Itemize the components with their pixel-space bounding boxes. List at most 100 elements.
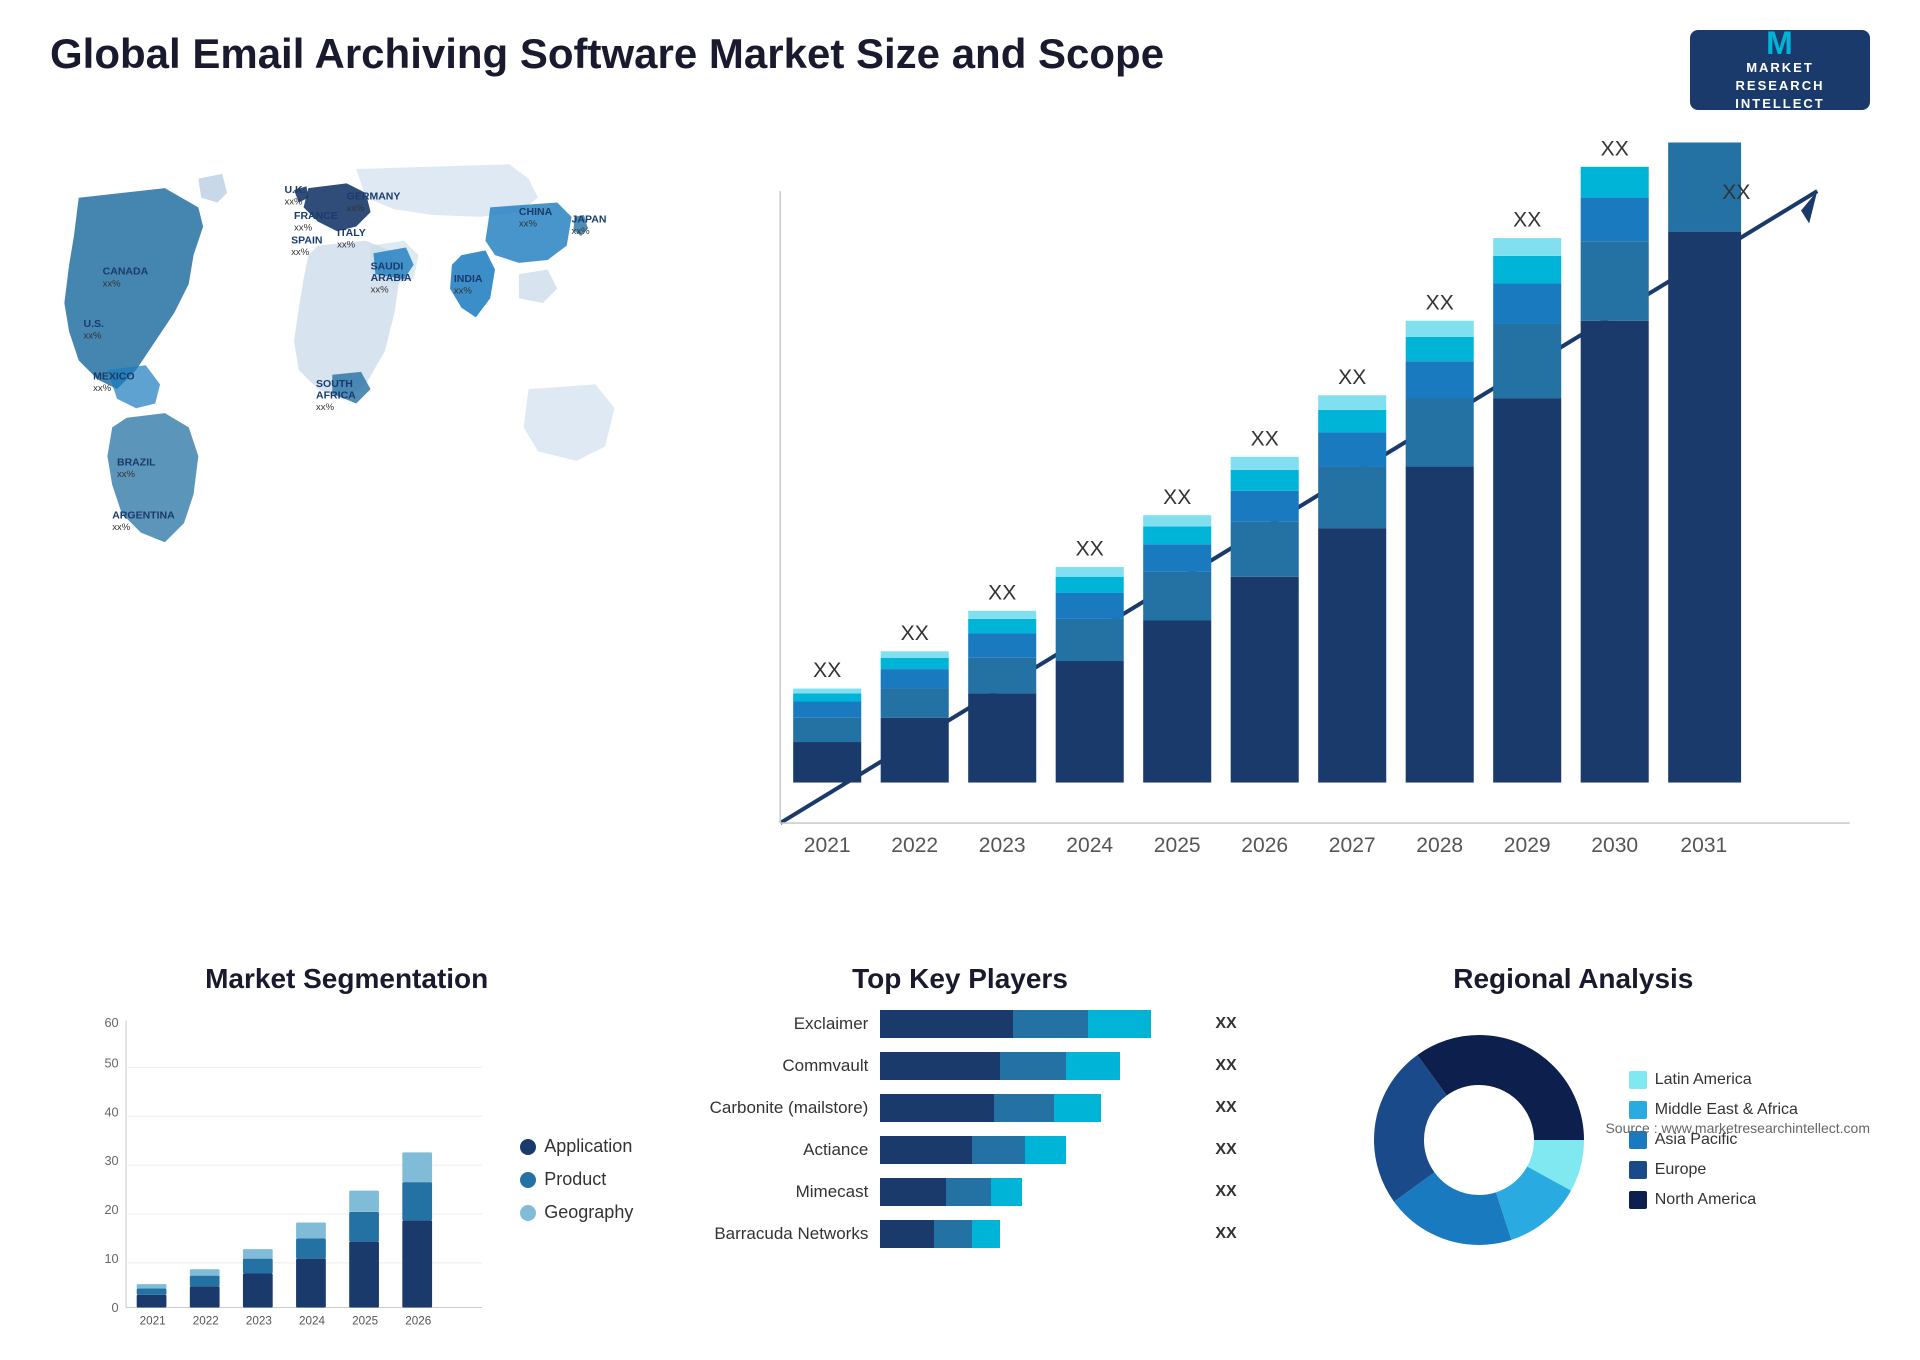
bar-seg3-commvault [1066,1052,1120,1080]
year-2026: 2026 [1242,834,1289,857]
player-name-carbonite: Carbonite (mailstore) [683,1098,868,1118]
seg-chart-svg: 0 10 20 30 40 50 60 2021 2022 2 [50,1010,510,1350]
regional-section: Regional Analysis [1277,953,1870,1360]
bar-2024-s5 [1056,567,1124,577]
bar-2021-s3 [794,702,862,718]
player-value-carbonite: XX [1215,1099,1236,1117]
bar-seg2-actiance [972,1136,1026,1164]
bar-2021-s1 [794,742,862,783]
bar-2027-s4 [1319,410,1387,433]
svg-text:40: 40 [104,1104,118,1119]
player-row-barracuda: Barracuda Networks XX [683,1220,1236,1248]
bar-seg1-exclaimer [880,1010,1012,1038]
year-2025: 2025 [1154,834,1201,857]
year-2021: 2021 [804,834,851,857]
bar-2028-s4 [1406,337,1474,361]
bar-2027-s3 [1319,433,1387,467]
donut-color-europe [1629,1161,1647,1179]
saudi-label: SAUDI [371,261,404,273]
source-line: Source : www.marketresearchintellect.com [1605,1120,1870,1136]
bar-2025-s4 [1144,527,1212,545]
player-name-actiance: Actiance [683,1140,868,1160]
bar-2028-s3 [1406,361,1474,398]
bar-2022-label: XX [901,622,929,645]
player-value-actiance: XX [1215,1141,1236,1159]
spain-label: SPAIN [291,235,322,247]
header: Global Email Archiving Software Market S… [50,30,1870,110]
india-label: INDIA [454,273,483,285]
donut-label-na: North America [1655,1191,1756,1209]
bar-2025-s5 [1144,515,1212,526]
bar-2026-s4 [1231,470,1299,491]
bar-2023-s3 [969,633,1037,657]
southafrica-value: xx% [316,402,335,413]
bar-seg3-mimecast [991,1178,1022,1206]
bar-2030-label: XX [1601,140,1629,160]
spain-value: xx% [291,247,310,258]
legend-product-dot [520,1172,536,1188]
svg-text:10: 10 [104,1251,118,1266]
bar-seg2-mimecast [946,1178,990,1206]
bar-2021-s2 [794,718,862,742]
bar-seg1-carbonite [880,1094,993,1122]
donut-svg [1349,1010,1609,1270]
logo-line3: INTELLECT [1735,95,1825,113]
player-name-exclaimer: Exclaimer [683,1014,868,1034]
bar-2026-s1 [1231,577,1299,783]
page-title: Global Email Archiving Software Market S… [50,30,1164,78]
segmentation-section: Market Segmentation 0 10 20 30 40 50 60 [50,953,643,1360]
year-2031: 2031 [1681,834,1728,857]
player-bar-actiance [880,1136,1195,1164]
player-row-actiance: Actiance XX [683,1136,1236,1164]
bar-2026-s5 [1231,457,1299,470]
bar-2030-s4 [1581,167,1649,198]
bar-chart-svg: XX XX XX XX [683,140,1850,923]
bar-2022-s5 [881,651,949,657]
year-2027: 2027 [1329,834,1376,857]
bar-2025-label: XX [1163,486,1191,509]
bar-seg2-barracuda [934,1220,972,1248]
player-value-mimecast: XX [1215,1183,1236,1201]
bar-2029-s2 [1494,324,1562,399]
bar-seg1-actiance [880,1136,971,1164]
logo-m-letter: M [1766,27,1794,59]
bar-2030-s2 [1581,241,1649,320]
southafrica-label: SOUTH [316,378,353,390]
bar-2028-s1 [1406,467,1474,783]
svg-text:50: 50 [104,1055,118,1070]
bar-2023-s4 [969,619,1037,634]
players-section: Top Key Players Exclaimer XX Commvault [663,953,1256,1360]
player-name-barracuda: Barracuda Networks [683,1224,868,1244]
brazil-label: BRAZIL [117,457,156,469]
brazil-value: xx% [117,469,136,480]
svg-text:2025: 2025 [352,1314,378,1327]
bar-2021-s4 [794,693,862,701]
bar-2028-s2 [1406,399,1474,467]
bar-2023-s5 [969,611,1037,619]
southafrica-label2: AFRICA [316,390,356,402]
saudi-label2: ARABIA [371,272,412,284]
svg-text:0: 0 [112,1300,119,1315]
donut-color-na [1629,1191,1647,1209]
year-2024: 2024 [1067,834,1114,857]
donut-center [1427,1088,1531,1192]
bar-2027-s2 [1319,467,1387,529]
donut-legend-na: North America [1629,1191,1798,1209]
main-grid: CANADA xx% U.S. xx% MEXICO xx% BRAZIL xx… [50,130,1870,1090]
bar-2028-s5 [1406,321,1474,337]
map-section: CANADA xx% U.S. xx% MEXICO xx% BRAZIL xx… [50,130,643,933]
svg-text:2023: 2023 [246,1314,272,1327]
bar-2024-s4 [1056,577,1124,593]
player-row-carbonite: Carbonite (mailstore) XX [683,1094,1236,1122]
bar-2027-s1 [1319,528,1387,782]
donut-wrapper: Latin America Middle East & Africa Asia … [1297,1010,1850,1270]
france-value: xx% [294,222,313,233]
donut-and-legend: Latin America Middle East & Africa Asia … [1349,1010,1798,1270]
bar-2031-label: XX [1723,181,1751,204]
bar-2030-s3 [1581,198,1649,242]
bar-seg3-exclaimer [1088,1010,1151,1038]
italy-label: ITALY [337,227,366,239]
bar-seg1-mimecast [880,1178,946,1206]
bar-2022-s1 [881,718,949,783]
donut-legend-mea: Middle East & Africa [1629,1101,1798,1119]
